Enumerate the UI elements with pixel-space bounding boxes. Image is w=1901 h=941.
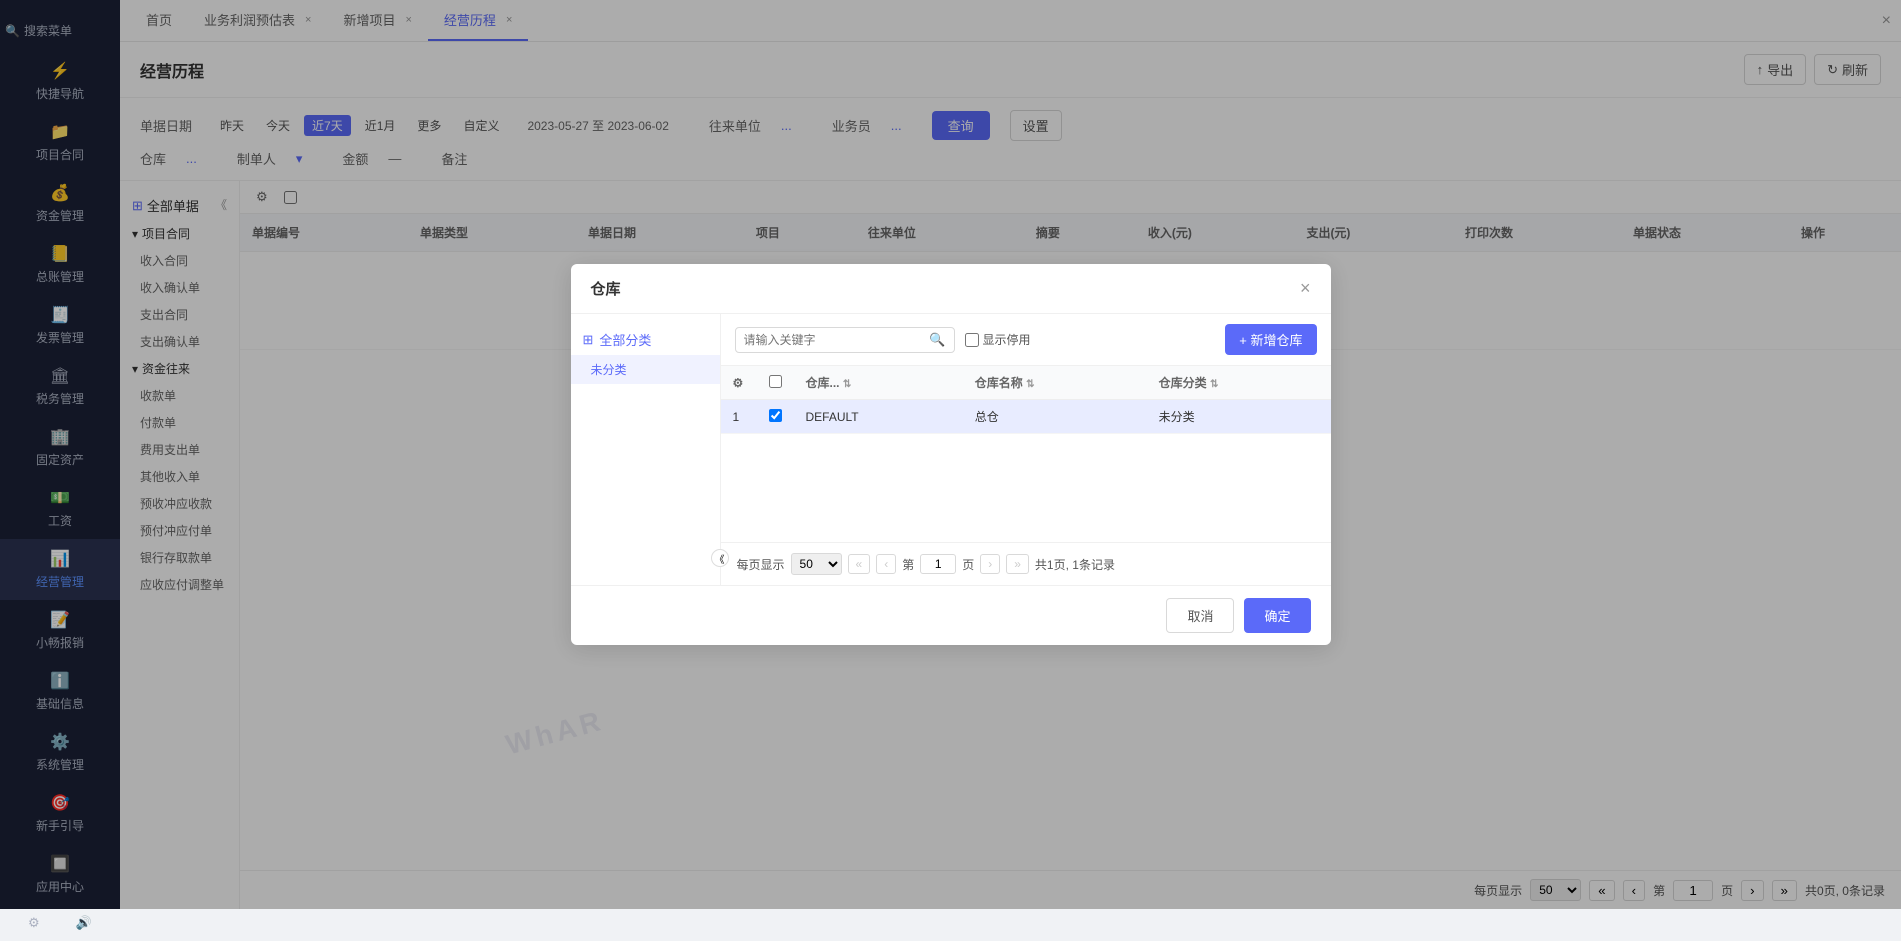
- modal-toolbar: 🔍 显示停用 + 新增仓库: [721, 314, 1331, 366]
- modal-col-category: 仓库分类 ⇅: [1147, 366, 1331, 400]
- modal-last-page-btn[interactable]: »: [1006, 554, 1029, 574]
- modal-pagination: 每页显示 50 100 « ‹ 第 页 › » 共1页, 1条记录: [737, 553, 1115, 575]
- sort-category-icon[interactable]: ⇅: [1210, 379, 1218, 390]
- modal-search-box: 🔍: [735, 327, 955, 353]
- modal-title: 仓库: [591, 278, 621, 299]
- modal-actions: 取消 确定: [571, 585, 1331, 645]
- modal-row-select[interactable]: [769, 409, 782, 422]
- modal-footer: 每页显示 50 100 « ‹ 第 页 › » 共1页, 1条记录: [721, 542, 1331, 585]
- modal-close-button[interactable]: ×: [1300, 278, 1311, 299]
- sort-code-icon[interactable]: ⇅: [843, 379, 851, 390]
- modal-per-page-select[interactable]: 50 100: [791, 553, 842, 575]
- modal-prev-page-btn[interactable]: ‹: [876, 554, 896, 574]
- table-config-icon[interactable]: ⚙: [733, 376, 744, 390]
- modal-warehouse-table: ⚙ 仓库... ⇅ 仓库名称: [721, 366, 1331, 434]
- show-disabled-label: 显示停用: [965, 331, 1031, 348]
- modal-total-count: 共1页, 1条记录: [1035, 556, 1115, 573]
- modal-row-name: 总仓: [963, 400, 1147, 434]
- settings-icon[interactable]: ⚙: [28, 915, 40, 931]
- modal-col-checkbox: [757, 366, 794, 400]
- modal-table-area: ⚙ 仓库... ⇅ 仓库名称: [721, 366, 1331, 542]
- modal-cancel-button[interactable]: 取消: [1166, 598, 1234, 633]
- show-disabled-checkbox[interactable]: [965, 333, 979, 347]
- modal-body: ⊞ 全部分类 未分类 《: [571, 314, 1331, 585]
- modal-first-page-btn[interactable]: «: [848, 554, 871, 574]
- volume-icon[interactable]: 🔊: [76, 915, 92, 931]
- modal-page-label: 第: [902, 556, 914, 573]
- modal-page-suffix: 页: [962, 556, 974, 573]
- modal-category-all[interactable]: ⊞ 全部分类: [571, 324, 720, 355]
- modal-page-input[interactable]: [920, 554, 956, 574]
- modal-overlay: 仓库 × ⊞ 全部分类 未分类 《: [0, 0, 1901, 909]
- sidebar-bottom: ⚙ 🔊: [0, 905, 120, 941]
- add-warehouse-button[interactable]: + 新增仓库: [1225, 324, 1316, 355]
- modal-row-checkbox: [757, 400, 794, 434]
- sort-name-icon[interactable]: ⇅: [1026, 379, 1034, 390]
- modal-category-panel: ⊞ 全部分类 未分类 《: [571, 314, 721, 585]
- modal-category: ⊞ 全部分类 未分类: [571, 314, 721, 585]
- modal-table-row[interactable]: 1 DEFAULT 总仓 未分类: [721, 400, 1331, 434]
- modal-select-all[interactable]: [769, 375, 782, 388]
- modal-search-icon[interactable]: 🔍: [929, 332, 945, 348]
- modal-search-input[interactable]: [744, 333, 924, 347]
- modal-col-code: 仓库... ⇅: [794, 366, 963, 400]
- modal-right-panel: 🔍 显示停用 + 新增仓库 ⚙: [721, 314, 1331, 585]
- modal-next-page-btn[interactable]: ›: [980, 554, 1000, 574]
- modal-category-unclassified[interactable]: 未分类: [571, 355, 720, 384]
- modal-row-category: 未分类: [1147, 400, 1331, 434]
- modal-header: 仓库 ×: [571, 264, 1331, 314]
- modal-row-num: 1: [721, 400, 757, 434]
- modal-per-page-label: 每页显示: [737, 556, 785, 573]
- modal-col-name: 仓库名称 ⇅: [963, 366, 1147, 400]
- modal-confirm-button[interactable]: 确定: [1244, 598, 1310, 633]
- modal-category-collapse-btn[interactable]: 《: [711, 549, 729, 567]
- modal-category-scroll: 未分类: [571, 355, 720, 575]
- modal-row-code: DEFAULT: [794, 400, 963, 434]
- modal-col-settings: ⚙: [721, 366, 757, 400]
- grid-category-icon: ⊞: [583, 332, 594, 348]
- warehouse-modal: 仓库 × ⊞ 全部分类 未分类 《: [571, 264, 1331, 645]
